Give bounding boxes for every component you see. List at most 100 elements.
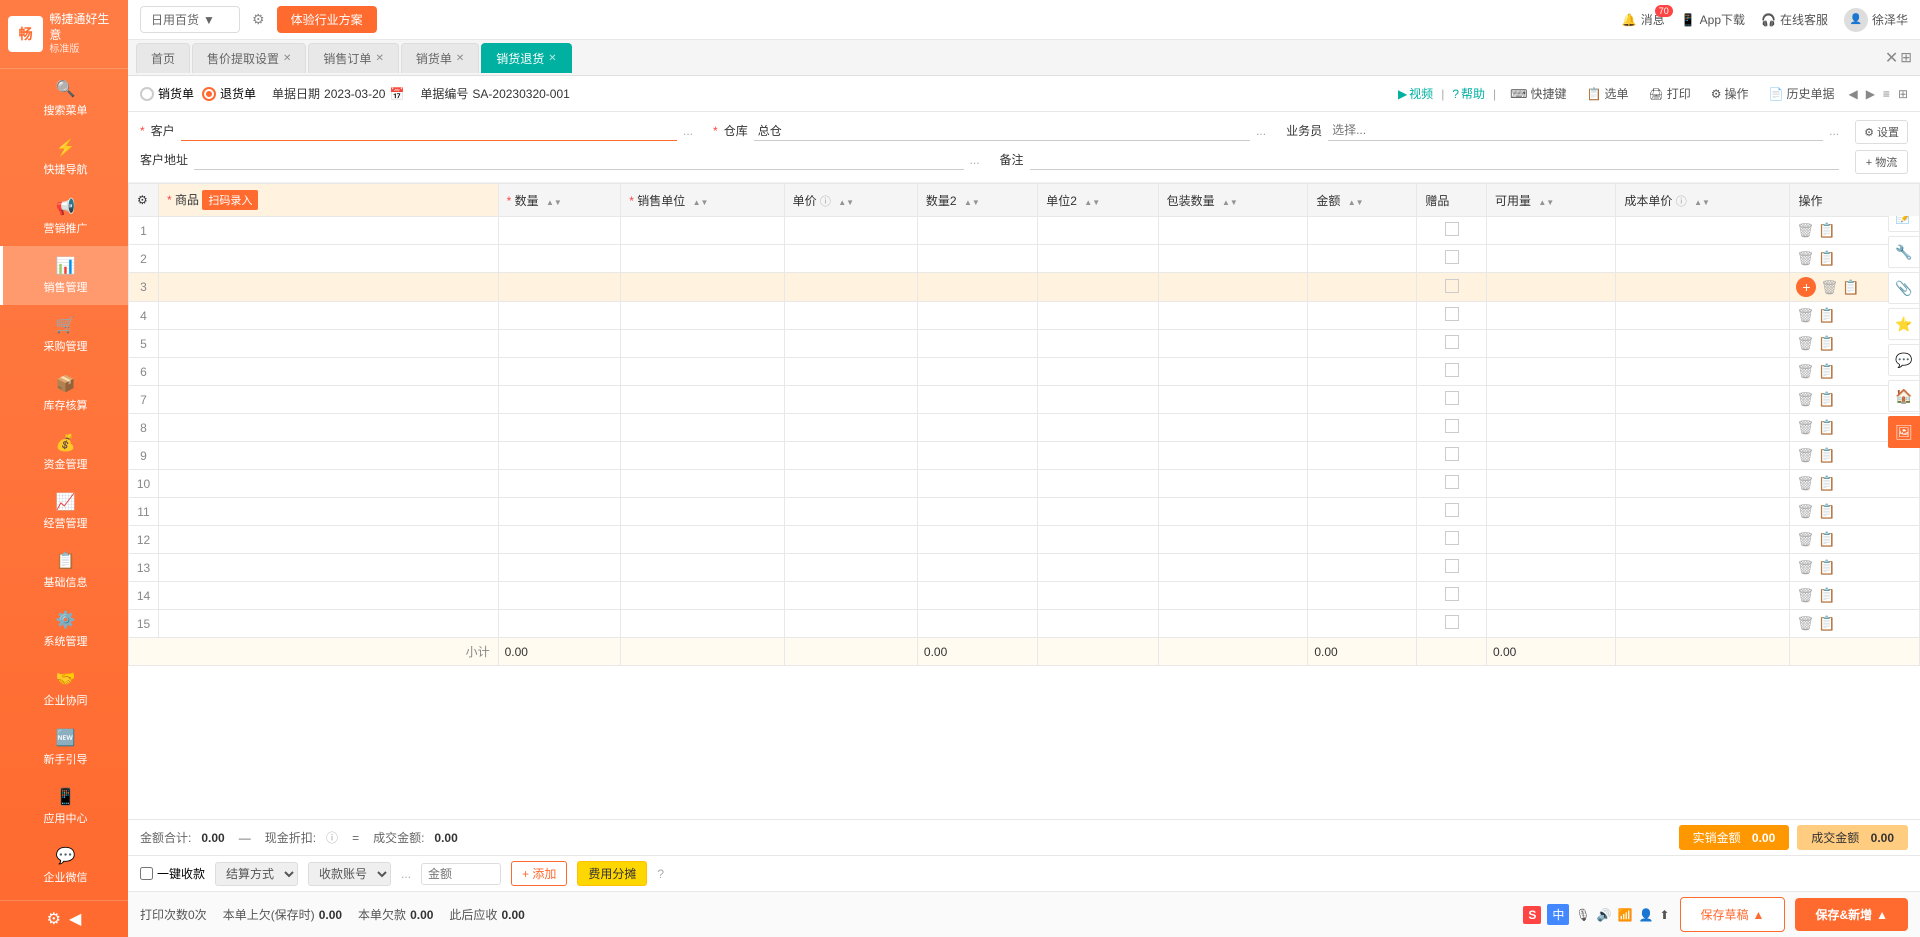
row-gift[interactable]	[1417, 498, 1487, 526]
row-cost-price[interactable]	[1616, 217, 1790, 245]
row-quantity[interactable]	[498, 386, 621, 414]
row-sales-unit[interactable]	[621, 554, 784, 582]
cost-sort[interactable]: ▲▼	[1694, 198, 1710, 207]
tab-close-sales-return[interactable]: ✕	[548, 53, 556, 64]
sidebar-item-operations[interactable]: 📈 经营管理	[0, 482, 128, 541]
copy-row-btn[interactable]: 📋	[1818, 250, 1835, 267]
row-sales-unit[interactable]	[621, 498, 784, 526]
product-input[interactable]	[165, 589, 492, 603]
row-unit2[interactable]	[1038, 330, 1158, 358]
row-quantity[interactable]	[498, 498, 621, 526]
row-quantity2[interactable]	[917, 442, 1037, 470]
row-gift[interactable]	[1417, 526, 1487, 554]
row-amount[interactable]	[1308, 273, 1417, 302]
row-unit-price[interactable]	[784, 358, 917, 386]
row-sales-unit[interactable]	[621, 442, 784, 470]
row-unit2[interactable]	[1038, 470, 1158, 498]
add-payment-btn[interactable]: + 添加	[511, 861, 567, 886]
row-pack-qty[interactable]	[1158, 217, 1308, 245]
tab-sales-return[interactable]: 销货退货 ✕	[481, 43, 571, 73]
remark-input[interactable]	[1030, 149, 1840, 170]
row-quantity2[interactable]	[917, 554, 1037, 582]
product-input[interactable]	[165, 505, 492, 519]
row-quantity2[interactable]	[917, 610, 1037, 638]
product-input[interactable]	[165, 421, 492, 435]
row-unit2[interactable]	[1038, 582, 1158, 610]
float-item-6[interactable]: 🏠	[1888, 380, 1920, 412]
delete-row-btn[interactable]: 🗑	[1820, 279, 1838, 296]
row-unit-price[interactable]	[784, 582, 917, 610]
row-unit2[interactable]	[1038, 526, 1158, 554]
gift-checkbox[interactable]	[1445, 615, 1459, 629]
app-download-button[interactable]: 📱 App下载	[1681, 11, 1745, 28]
row-unit-price[interactable]	[784, 330, 917, 358]
row-available[interactable]	[1486, 442, 1615, 470]
delete-row-btn[interactable]: 🗑	[1796, 250, 1814, 267]
row-available[interactable]	[1486, 302, 1615, 330]
row-cost-price[interactable]	[1616, 554, 1790, 582]
expense-help[interactable]: ?	[657, 867, 664, 881]
row-quantity[interactable]	[498, 442, 621, 470]
delete-row-btn[interactable]: 🗑	[1796, 587, 1814, 604]
float-item-3[interactable]: 📎	[1888, 272, 1920, 304]
row-amount[interactable]	[1308, 610, 1417, 638]
delete-row-btn[interactable]: 🗑	[1796, 307, 1814, 324]
row-amount[interactable]	[1308, 217, 1417, 245]
row-sales-unit[interactable]	[621, 386, 784, 414]
row-gift[interactable]	[1417, 414, 1487, 442]
qty2-sort[interactable]: ▲▼	[964, 198, 980, 207]
tab-sale-price[interactable]: 售价提取设置 ✕	[192, 43, 306, 73]
tab-home[interactable]: 首页	[136, 43, 190, 73]
row-product[interactable]	[159, 358, 499, 386]
row-unit-price[interactable]	[784, 302, 917, 330]
row-available[interactable]	[1486, 582, 1615, 610]
row-unit-price[interactable]	[784, 498, 917, 526]
row-quantity2[interactable]	[917, 302, 1037, 330]
one-key-checkbox[interactable]	[140, 867, 153, 880]
sidebar-item-system[interactable]: ⚙️ 系统管理	[0, 600, 128, 659]
float-item-5[interactable]: 💬	[1888, 344, 1920, 376]
row-gift[interactable]	[1417, 442, 1487, 470]
row-unit-price[interactable]	[784, 386, 917, 414]
product-input[interactable]	[165, 533, 492, 547]
row-cost-price[interactable]	[1616, 498, 1790, 526]
row-sales-unit[interactable]	[621, 217, 784, 245]
row-available[interactable]	[1486, 414, 1615, 442]
row-gift[interactable]	[1417, 217, 1487, 245]
row-sales-unit[interactable]	[621, 245, 784, 273]
row-pack-qty[interactable]	[1158, 386, 1308, 414]
row-unit-price[interactable]	[784, 273, 917, 302]
row-gift[interactable]	[1417, 582, 1487, 610]
customer-service-button[interactable]: 🎧 在线客服	[1761, 11, 1828, 28]
toolbar-help[interactable]: ? 帮助	[1452, 85, 1485, 102]
row-quantity2[interactable]	[917, 386, 1037, 414]
row-amount[interactable]	[1308, 358, 1417, 386]
discount-help[interactable]: ⓘ	[326, 829, 338, 846]
row-unit2[interactable]	[1038, 217, 1158, 245]
gift-checkbox[interactable]	[1445, 531, 1459, 545]
row-product[interactable]	[159, 217, 499, 245]
row-quantity2[interactable]	[917, 330, 1037, 358]
row-unit2[interactable]	[1038, 610, 1158, 638]
copy-row-btn[interactable]: 📋	[1818, 447, 1835, 464]
row-gift[interactable]	[1417, 610, 1487, 638]
row-product[interactable]	[159, 442, 499, 470]
row-amount[interactable]	[1308, 386, 1417, 414]
row-quantity[interactable]	[498, 582, 621, 610]
row-cost-price[interactable]	[1616, 582, 1790, 610]
copy-row-btn[interactable]: 📋	[1818, 363, 1835, 380]
tab-close-sales-delivery[interactable]: ✕	[456, 53, 464, 64]
gift-checkbox[interactable]	[1445, 559, 1459, 573]
row-pack-qty[interactable]	[1158, 526, 1308, 554]
sidebar-item-enterprise[interactable]: 🤝 企业协同	[0, 659, 128, 718]
radio-delivery[interactable]: 销货单	[140, 85, 194, 102]
row-available[interactable]	[1486, 358, 1615, 386]
gift-checkbox[interactable]	[1445, 587, 1459, 601]
row-available[interactable]	[1486, 526, 1615, 554]
view-list[interactable]: ≡	[1883, 87, 1890, 101]
account-no-select[interactable]: 收款账号	[308, 862, 391, 886]
row-pack-qty[interactable]	[1158, 302, 1308, 330]
sidebar-item-sales[interactable]: 📊 销售管理	[0, 246, 128, 305]
row-pack-qty[interactable]	[1158, 245, 1308, 273]
float-item-7[interactable]: 🖼	[1888, 416, 1920, 448]
